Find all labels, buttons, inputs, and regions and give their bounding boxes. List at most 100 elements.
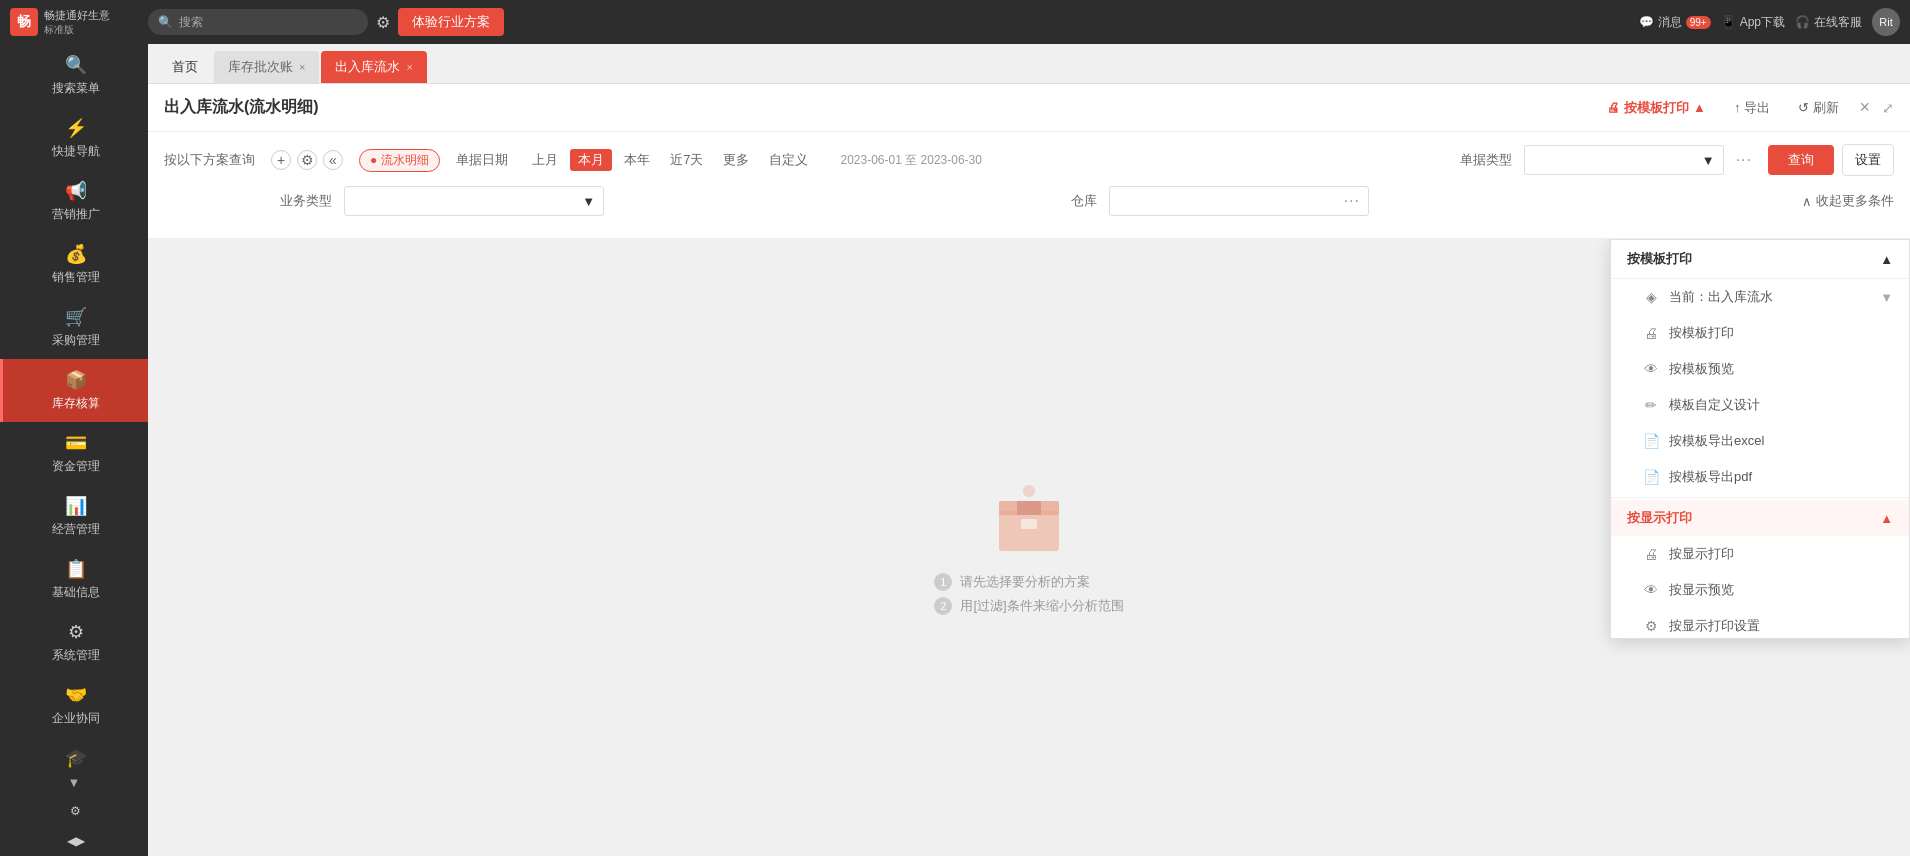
settings-button[interactable]: 设置 [1842,144,1894,176]
batch-tab-close[interactable]: × [299,61,305,73]
sidebar-item-settings-bottom[interactable]: ⚙ [0,796,148,826]
sidebar-label-sales: 销售管理 [52,269,100,286]
search-icon: 🔍 [65,54,87,76]
dropdown-template-excel[interactable]: 📄 按模板导出excel [1611,423,1909,459]
close-page-button[interactable]: × [1859,97,1870,118]
date-current-month[interactable]: 本月 [570,149,612,171]
filter-settings-button[interactable]: ⚙ [297,150,317,170]
filter-tag-water[interactable]: ● 流水明细 [359,149,440,172]
dropdown-display-section[interactable]: 按显示打印 ▲ [1611,500,1909,536]
svg-rect-3 [1021,519,1037,529]
sidebar-label-purchase: 采购管理 [52,332,100,349]
sidebar-item-marketing[interactable]: 📢 营销推广 [0,170,148,233]
template-custom-label: 模板自定义设计 [1669,396,1760,414]
filter-add-button[interactable]: + [271,150,291,170]
message-button[interactable]: 💬 消息 99+ [1639,14,1711,31]
export-icon: ↑ [1734,100,1741,115]
sidebar-label-inventory: 库存核算 [52,395,100,412]
dropdown-display-preview[interactable]: 👁 按显示预览 [1611,572,1909,608]
date-current-year[interactable]: 本年 [616,149,658,171]
tab-batch[interactable]: 库存批次账 × [214,51,319,83]
settings-gear-button[interactable]: ⚙ [376,13,390,32]
empty-tips: 1 请先选择要分析的方案 2 用[过滤]条件来缩小分析范围 [934,573,1123,615]
date-7days[interactable]: 近7天 [662,149,711,171]
message-icon: 💬 [1639,15,1654,29]
export-button[interactable]: ↑ 导出 [1726,95,1779,121]
search-placeholder: 搜索 [179,14,203,31]
dropdown-template-custom[interactable]: ✏ 模板自定义设计 [1611,387,1909,423]
sidebar-scroll-down[interactable]: ▼ [0,769,148,796]
expand-button[interactable]: ⤢ [1882,100,1894,116]
template-pdf-label: 按模板导出pdf [1669,468,1752,486]
dropdown-template-pdf[interactable]: 📄 按模板导出pdf [1611,459,1909,495]
sidebar-item-quick-nav[interactable]: ⚡ 快捷导航 [0,107,148,170]
doc-type-label: 单据类型 [1460,151,1512,169]
sidebar-item-enterprise[interactable]: 🤝 企业协同 [0,674,148,737]
date-shortcuts: 上月 本月 本年 近7天 更多 自定义 [524,149,816,171]
date-prev-month[interactable]: 上月 [524,149,566,171]
content-area: 首页 库存批次账 × 出入库流水 × 出入库流水(流水明细) 🖨 按模板打印 ▲ [148,44,1910,856]
query-button[interactable]: 查询 [1768,145,1834,175]
user-avatar[interactable]: Rit [1872,8,1900,36]
sidebar-item-basic[interactable]: 📋 基础信息 [0,548,148,611]
empty-tip-1: 1 请先选择要分析的方案 [934,573,1123,591]
online-service-button[interactable]: 🎧 在线客服 [1795,14,1862,31]
sidebar-label-marketing: 营销推广 [52,206,100,223]
warehouse-label: 仓库 [1071,192,1097,210]
doc-type-select[interactable]: ▼ [1524,145,1724,175]
quick-nav-icon: ⚡ [65,117,87,139]
message-badge: 99+ [1686,16,1711,29]
sidebar-item-search[interactable]: 🔍 搜索菜单 [0,44,148,107]
guide-icon: 🎓 [65,747,87,769]
empty-state-icon [989,481,1069,561]
print-template-button[interactable]: 🖨 按模板打印 ▲ [1599,95,1714,121]
industry-solution-button[interactable]: 体验行业方案 [398,8,504,36]
batch-tab-label: 库存批次账 [228,58,293,76]
flow-tab-close[interactable]: × [406,61,412,73]
tab-bar: 首页 库存批次账 × 出入库流水 × [148,44,1910,84]
filter-section-label: 按以下方案查询 [164,151,255,169]
sidebar-item-guide[interactable]: 🎓 新手引导 [0,737,148,769]
sidebar-item-collapse[interactable]: ◀▶ [0,826,148,856]
sidebar-item-sales[interactable]: 💰 销售管理 [0,233,148,296]
sidebar-item-purchase[interactable]: 🛒 采购管理 [0,296,148,359]
online-service-label: 在线客服 [1814,14,1862,31]
date-more[interactable]: 更多 [715,149,757,171]
empty-tip-2: 2 用[过滤]条件来缩小分析范围 [934,597,1123,615]
svg-point-4 [1023,485,1035,497]
warehouse-select[interactable]: ··· [1109,186,1369,216]
dropdown-current-template[interactable]: ◈ 当前：出入库流水 ▼ [1611,279,1909,315]
sidebar-item-inventory[interactable]: 📦 库存核算 [0,359,148,422]
collapse-filter-button[interactable]: ∧ 收起更多条件 [1802,192,1894,210]
dropdown-display-print[interactable]: 🖨 按显示打印 [1611,536,1909,572]
doc-type-chevron-icon: ▼ [1702,153,1715,168]
dropdown-display-settings[interactable]: ⚙ 按显示打印设置 [1611,608,1909,639]
warehouse-more-button[interactable]: ··· [1344,192,1360,210]
filter-row-2: 业务类型 ▼ 仓库 ··· ∧ 收起更多条件 [164,186,1894,216]
app-download-label: App下载 [1740,14,1785,31]
sidebar-item-operation[interactable]: 📊 经营管理 [0,485,148,548]
current-template-label: 当前：出入库流水 [1669,288,1773,306]
date-custom[interactable]: 自定义 [761,149,816,171]
template-pdf-icon: 📄 [1643,469,1659,485]
filter-area: 按以下方案查询 + ⚙ « ● 流水明细 单据日期 上月 本月 本年 [148,132,1910,239]
refresh-button[interactable]: ↺ 刷新 [1790,95,1847,121]
sidebar-label-system: 系统管理 [52,647,100,664]
main-layout: 🔍 搜索菜单 ⚡ 快捷导航 📢 营销推广 💰 销售管理 🛒 采购管理 📦 库存核… [0,44,1910,856]
doc-type-more-button[interactable]: ··· [1736,151,1752,169]
global-search[interactable]: 🔍 搜索 [148,9,368,35]
print-chevron-up-icon: ▲ [1693,100,1706,115]
tab-home[interactable]: 首页 [158,51,212,83]
dropdown-template-print[interactable]: 🖨 按模板打印 [1611,315,1909,351]
date-label: 单据日期 [456,151,508,169]
sidebar-item-system[interactable]: ⚙ 系统管理 [0,611,148,674]
phone-icon: 📱 [1721,15,1736,29]
template-preview-label: 按模板预览 [1669,360,1734,378]
filter-collapse-button[interactable]: « [323,150,343,170]
biz-type-select[interactable]: ▼ [344,186,604,216]
app-download-button[interactable]: 📱 App下载 [1721,14,1785,31]
flow-tab-label: 出入库流水 [335,58,400,76]
tab-flow[interactable]: 出入库流水 × [321,51,426,83]
dropdown-template-preview[interactable]: 👁 按模板预览 [1611,351,1909,387]
sidebar-item-finance[interactable]: 💳 资金管理 [0,422,148,485]
